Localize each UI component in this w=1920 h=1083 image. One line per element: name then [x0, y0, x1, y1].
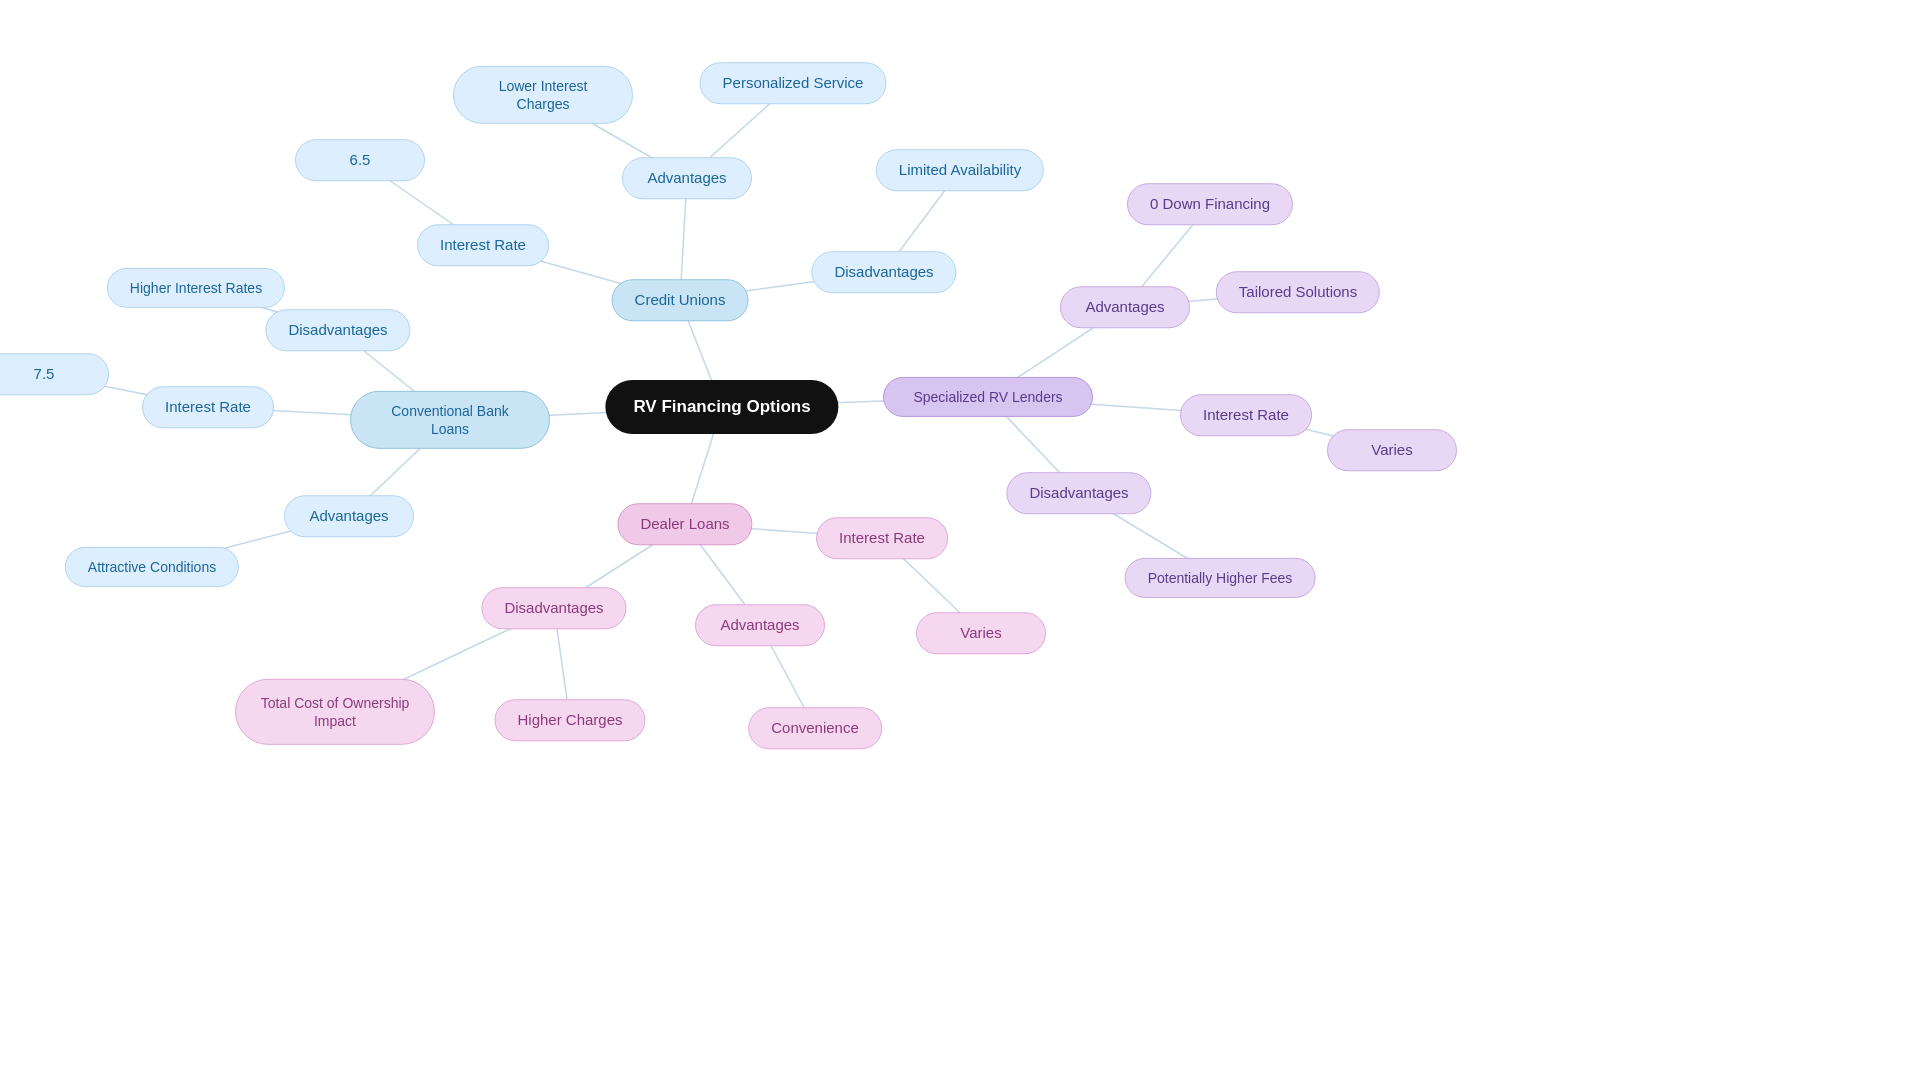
dl-advantages[interactable]: Advantages — [695, 604, 825, 646]
srv-advantages[interactable]: Advantages — [1060, 286, 1190, 328]
cu-interest-rate-val[interactable]: 6.5 — [295, 139, 425, 181]
center-node[interactable]: RV Financing Options — [605, 380, 838, 434]
cbl-advantages[interactable]: Advantages — [284, 495, 414, 537]
cu-advantages[interactable]: Advantages — [622, 157, 752, 199]
cbl-disadvantages[interactable]: Disadvantages — [265, 309, 410, 351]
dealer-loans[interactable]: Dealer Loans — [617, 503, 752, 545]
srv-disadvantages[interactable]: Disadvantages — [1006, 472, 1151, 514]
cu-adv-personal[interactable]: Personalized Service — [700, 62, 887, 104]
srv-adv-tailored[interactable]: Tailored Solutions — [1216, 271, 1380, 313]
mind-map: RV Financing Options Credit Unions Convent… — [0, 0, 1920, 1083]
specialized-rv-lenders[interactable]: Specialized RV Lenders — [883, 377, 1093, 417]
cu-interest-rate[interactable]: Interest Rate — [417, 224, 549, 266]
dl-interest-rate[interactable]: Interest Rate — [816, 517, 948, 559]
cu-adv-lower[interactable]: Lower Interest Charges — [453, 66, 633, 124]
dl-int-val[interactable]: Varies — [916, 612, 1046, 654]
srv-adv-0down[interactable]: 0 Down Financing — [1127, 183, 1293, 225]
dl-adv-conv[interactable]: Convenience — [748, 707, 882, 749]
dl-tco[interactable]: Total Cost of Ownership Impact — [235, 679, 435, 745]
cu-dis-limited[interactable]: Limited Availability — [876, 149, 1044, 191]
srv-interest-rate[interactable]: Interest Rate — [1180, 394, 1312, 436]
srv-int-val[interactable]: Varies — [1327, 429, 1457, 471]
dl-dis-higher[interactable]: Higher Charges — [494, 699, 645, 741]
cbl-dis-higher[interactable]: Higher Interest Rates — [107, 268, 285, 308]
conventional-bank-loans[interactable]: Conventional Bank Loans — [350, 391, 550, 449]
dl-disadvantages[interactable]: Disadvantages — [481, 587, 626, 629]
cbl-int-val[interactable]: 7.5 — [0, 353, 109, 395]
cu-disadvantages[interactable]: Disadvantages — [811, 251, 956, 293]
credit-unions[interactable]: Credit Unions — [612, 279, 749, 321]
cbl-interest-rate[interactable]: Interest Rate — [142, 386, 274, 428]
cbl-adv-attractive[interactable]: Attractive Conditions — [65, 547, 239, 587]
srv-dis-fees[interactable]: Potentially Higher Fees — [1125, 558, 1316, 598]
